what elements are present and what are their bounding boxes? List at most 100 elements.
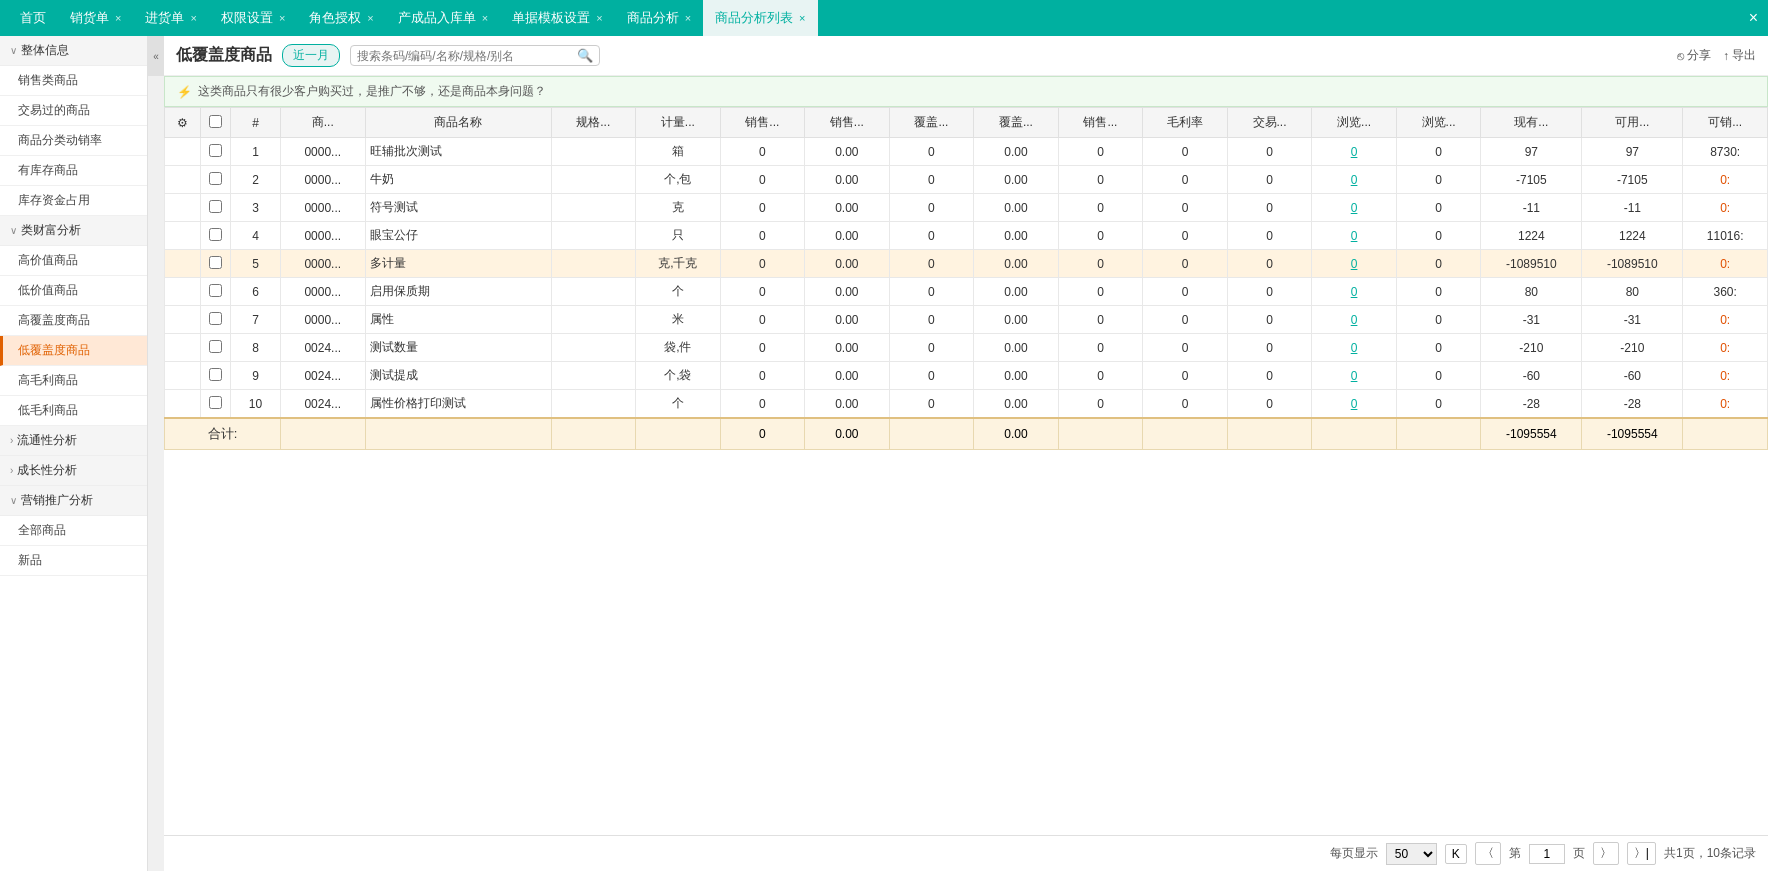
- next-page-button[interactable]: 〉: [1593, 842, 1619, 865]
- code-col-header[interactable]: 商...: [281, 108, 366, 138]
- row-checkbox[interactable]: [209, 172, 222, 185]
- sidebar-item-all-products[interactable]: 全部商品: [0, 516, 147, 546]
- nav-home[interactable]: 首页: [8, 0, 58, 36]
- nav-roles[interactable]: 角色授权 ×: [297, 0, 385, 36]
- browse1-cell[interactable]: 0: [1312, 278, 1397, 306]
- nav-sales[interactable]: 销货单 ×: [58, 0, 133, 36]
- current-col-header[interactable]: 现有...: [1481, 108, 1582, 138]
- sidebar-item-high-coverage[interactable]: 高覆盖度商品: [0, 306, 147, 336]
- nav-product-analysis-list[interactable]: 商品分析列表 ×: [703, 0, 817, 36]
- sidebar-item-category-rate[interactable]: 商品分类动销率: [0, 126, 147, 156]
- sidebar-item-in-stock[interactable]: 有库存商品: [0, 156, 147, 186]
- checkbox-cell[interactable]: [201, 278, 231, 306]
- browse1-cell[interactable]: 0: [1312, 306, 1397, 334]
- browse1-cell[interactable]: 0: [1312, 334, 1397, 362]
- sidebar-item-low-margin[interactable]: 低毛利商品: [0, 396, 147, 426]
- window-close-button[interactable]: ×: [1749, 9, 1758, 27]
- sidebar-item-high-margin[interactable]: 高毛利商品: [0, 366, 147, 396]
- close-icon[interactable]: ×: [190, 12, 196, 24]
- close-icon[interactable]: ×: [115, 12, 121, 24]
- can-sell-col-header[interactable]: 可销...: [1683, 108, 1768, 138]
- row-checkbox[interactable]: [209, 368, 222, 381]
- nav-products[interactable]: 产成品入库单 ×: [386, 0, 500, 36]
- select-all-checkbox[interactable]: [209, 115, 222, 128]
- nav-templates[interactable]: 单据模板设置 ×: [500, 0, 614, 36]
- cover1-col-header[interactable]: 覆盖...: [889, 108, 974, 138]
- available-cell: -31: [1582, 306, 1683, 334]
- sidebar-item-low-coverage[interactable]: 低覆盖度商品: [0, 336, 147, 366]
- sidebar-section-marketing[interactable]: ∨ 营销推广分析: [0, 486, 147, 516]
- sidebar-item-sales-products[interactable]: 销售类商品: [0, 66, 147, 96]
- cover2-cell: 0.00: [974, 306, 1059, 334]
- sidebar-collapse-button[interactable]: «: [148, 36, 164, 76]
- sidebar-section-wealth[interactable]: ∨ 类财富分析: [0, 216, 147, 246]
- row-checkbox[interactable]: [209, 144, 222, 157]
- browse1-cell[interactable]: 0: [1312, 250, 1397, 278]
- trans-col-header[interactable]: 交易...: [1227, 108, 1312, 138]
- sidebar-item-low-value[interactable]: 低价值商品: [0, 276, 147, 306]
- sidebar-item-stock-funds[interactable]: 库存资金占用: [0, 186, 147, 216]
- browse1-cell[interactable]: 0: [1312, 194, 1397, 222]
- gross-rate-col-header[interactable]: 毛利率: [1143, 108, 1228, 138]
- available-col-header[interactable]: 可用...: [1582, 108, 1683, 138]
- close-icon[interactable]: ×: [799, 12, 805, 24]
- checkbox-cell[interactable]: [201, 362, 231, 390]
- row-checkbox[interactable]: [209, 284, 222, 297]
- checkbox-col-header[interactable]: [201, 108, 231, 138]
- checkbox-cell[interactable]: [201, 138, 231, 166]
- first-page-button[interactable]: K: [1445, 844, 1467, 864]
- nav-product-analysis[interactable]: 商品分析 ×: [615, 0, 703, 36]
- search-input[interactable]: [357, 49, 573, 63]
- checkbox-cell[interactable]: [201, 250, 231, 278]
- close-icon[interactable]: ×: [685, 12, 691, 24]
- close-icon[interactable]: ×: [482, 12, 488, 24]
- browse1-cell[interactable]: 0: [1312, 138, 1397, 166]
- sidebar-item-new-products[interactable]: 新品: [0, 546, 147, 576]
- sidebar-section-growth[interactable]: › 成长性分析: [0, 456, 147, 486]
- browse1-col-header[interactable]: 浏览...: [1312, 108, 1397, 138]
- row-checkbox[interactable]: [209, 340, 222, 353]
- sales-amt-col-header[interactable]: 销售...: [1058, 108, 1143, 138]
- close-icon[interactable]: ×: [367, 12, 373, 24]
- export-button[interactable]: ↑ 导出: [1723, 47, 1756, 64]
- prev-page-button[interactable]: 〈: [1475, 842, 1501, 865]
- row-checkbox[interactable]: [209, 228, 222, 241]
- cover2-col-header[interactable]: 覆盖...: [974, 108, 1059, 138]
- sales1-col-header[interactable]: 销售...: [720, 108, 805, 138]
- unit-col-header[interactable]: 计量...: [636, 108, 721, 138]
- browse1-cell[interactable]: 0: [1312, 390, 1397, 419]
- table-row: 7 0000... 属性 米 0 0.00 0 0.00 0 0 0 0 0 -…: [165, 306, 1768, 334]
- browse1-cell[interactable]: 0: [1312, 222, 1397, 250]
- row-checkbox[interactable]: [209, 312, 222, 325]
- sidebar-item-traded[interactable]: 交易过的商品: [0, 96, 147, 126]
- search-icon[interactable]: 🔍: [577, 48, 593, 63]
- row-checkbox[interactable]: [209, 396, 222, 409]
- sidebar-section-liquidity[interactable]: › 流通性分析: [0, 426, 147, 456]
- checkbox-cell[interactable]: [201, 194, 231, 222]
- spec-col-header[interactable]: 规格...: [551, 108, 636, 138]
- checkbox-cell[interactable]: [201, 306, 231, 334]
- time-filter-button[interactable]: 近一月: [282, 44, 340, 67]
- sales2-col-header[interactable]: 销售...: [805, 108, 890, 138]
- per-page-select[interactable]: 50 100 200: [1386, 843, 1437, 865]
- page-input[interactable]: [1529, 844, 1565, 864]
- browse1-cell[interactable]: 0: [1312, 362, 1397, 390]
- checkbox-cell[interactable]: [201, 166, 231, 194]
- sidebar-section-overall[interactable]: ∨ 整体信息: [0, 36, 147, 66]
- settings-col-header[interactable]: ⚙: [165, 108, 201, 138]
- nav-permissions[interactable]: 权限设置 ×: [209, 0, 297, 36]
- nav-purchase[interactable]: 进货单 ×: [133, 0, 208, 36]
- row-checkbox[interactable]: [209, 256, 222, 269]
- row-checkbox[interactable]: [209, 200, 222, 213]
- close-icon[interactable]: ×: [279, 12, 285, 24]
- browse2-col-header[interactable]: 浏览...: [1396, 108, 1481, 138]
- last-page-button[interactable]: 〉|: [1627, 842, 1656, 865]
- name-col-header[interactable]: 商品名称: [365, 108, 551, 138]
- share-button[interactable]: ⎋ 分享: [1677, 47, 1711, 64]
- browse1-cell[interactable]: 0: [1312, 166, 1397, 194]
- checkbox-cell[interactable]: [201, 334, 231, 362]
- sidebar-item-high-value[interactable]: 高价值商品: [0, 246, 147, 276]
- close-icon[interactable]: ×: [596, 12, 602, 24]
- checkbox-cell[interactable]: [201, 222, 231, 250]
- checkbox-cell[interactable]: [201, 390, 231, 419]
